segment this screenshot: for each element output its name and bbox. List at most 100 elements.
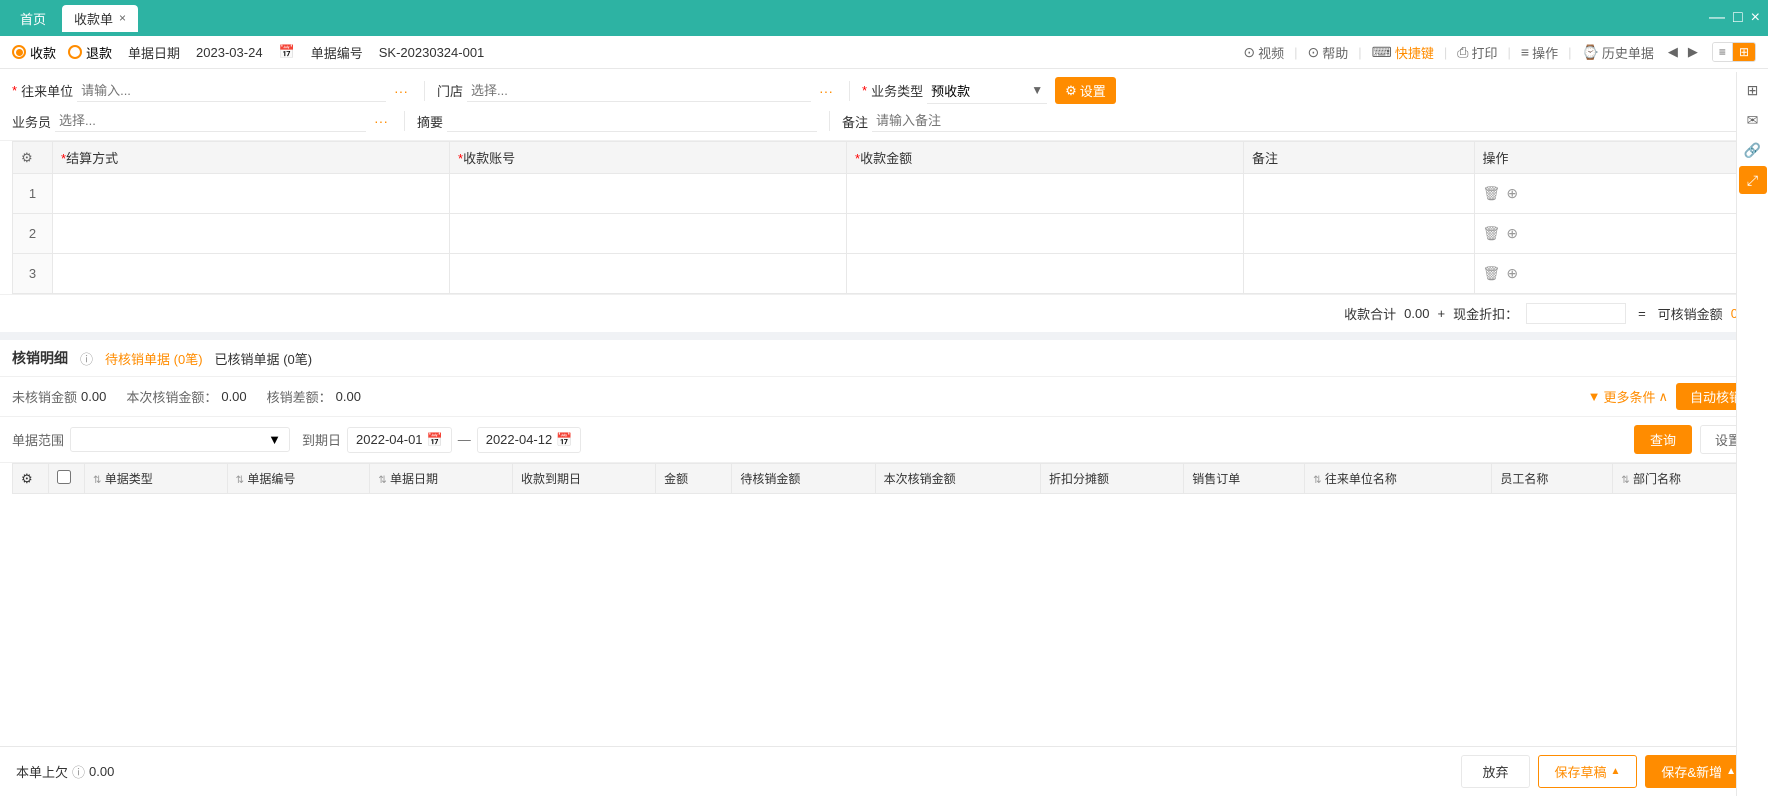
select-all-checkbox[interactable] [57, 470, 71, 484]
print-btn[interactable]: ⎙ 打印 [1457, 43, 1497, 62]
sidebar-expand-icon[interactable]: ⤢ [1739, 166, 1767, 194]
tab-home[interactable]: 首页 [8, 5, 58, 32]
footer-balance: 本单上欠 ⓘ 0.00 [16, 762, 114, 781]
row3-actions: 🗑 ⊕ [1474, 254, 1755, 294]
row1-delete-icon[interactable]: 🗑 [1483, 185, 1501, 202]
row2-amount[interactable] [847, 214, 1244, 254]
row2-remarks[interactable] [1244, 214, 1475, 254]
stats-right-actions: ▼ 更多条件 ∧ 自动核销 [1588, 383, 1756, 410]
save-new-dropdown-icon[interactable]: ▲ [1726, 766, 1736, 777]
calendar-start-icon: 📅 [427, 432, 443, 448]
verify-info-icon[interactable]: ⓘ [80, 349, 93, 368]
start-date-value: 2022-04-01 [356, 432, 423, 447]
store-input[interactable] [467, 80, 811, 102]
row3-delete-icon[interactable]: 🗑 [1483, 265, 1501, 282]
remarks-input[interactable] [872, 110, 1756, 132]
summary-input[interactable] [447, 110, 817, 132]
bt-col-dept-name: ⇅ 部门名称 [1613, 464, 1756, 494]
discount-input[interactable] [1526, 303, 1626, 324]
query-btn[interactable]: 查询 [1634, 425, 1692, 454]
tab-close-btn[interactable]: × [119, 11, 126, 25]
summary-row: 收款合计 0.00 + 现金折扣： = 可核销金额 0.00 [0, 294, 1768, 332]
shortcut-btn[interactable]: ⌨ 快捷键 [1372, 43, 1434, 62]
close-window-btn[interactable]: × [1751, 9, 1760, 27]
due-date-field: 到期日 2022-04-01 📅 — 2022-04-12 📅 [302, 427, 581, 453]
row-num-1: 1 [13, 174, 53, 214]
video-label: 视频 [1258, 43, 1284, 62]
row3-remarks[interactable] [1244, 254, 1475, 294]
row1-account-no[interactable] [450, 174, 847, 214]
row3-amount[interactable] [847, 254, 1244, 294]
row2-delete-icon[interactable]: 🗑 [1483, 225, 1501, 242]
start-date-picker[interactable]: 2022-04-01 📅 [347, 427, 452, 453]
doc-date-calendar-icon[interactable]: 📅 [279, 44, 295, 60]
col-remarks: 备注 [1244, 142, 1475, 174]
nav-prev-btn[interactable]: ◀ [1664, 42, 1682, 62]
partner-more-btn[interactable]: ··· [390, 83, 412, 99]
bt-col-pending-amount: 待核销金额 [732, 464, 875, 494]
doc-no-value: SK-20230324-001 [379, 45, 485, 60]
doc-range-select[interactable]: ▼ [70, 427, 290, 452]
row1-copy-icon[interactable]: ⊕ [1506, 185, 1518, 202]
staff-more-btn[interactable]: ··· [370, 113, 392, 129]
business-type-field: * 业务类型 预收款 ▼ [862, 78, 1047, 104]
list-view-btn[interactable]: ≡ [1713, 43, 1733, 61]
partner-input[interactable] [77, 80, 386, 102]
radio-shoukuan[interactable]: 收款 [12, 43, 56, 62]
ops-btn[interactable]: ≡ 操作 [1521, 43, 1558, 62]
nav-next-btn[interactable]: ▶ [1684, 42, 1702, 62]
row3-account-no[interactable] [450, 254, 847, 294]
minimize-btn[interactable]: — [1709, 9, 1725, 27]
save-draft-dropdown-icon[interactable]: ▲ [1611, 766, 1621, 777]
row1-payment-method[interactable] [53, 174, 450, 214]
save-draft-btn[interactable]: 保存草稿 ▲ [1538, 755, 1638, 788]
pending-tab[interactable]: 待核销单据 (0笔) [105, 349, 203, 368]
pending-count: (0笔) [174, 352, 203, 367]
unverified-stat: 未核销金额 0.00 [12, 387, 106, 406]
verified-tab[interactable]: 已核销单据 (0笔) [215, 349, 313, 368]
sidebar-link-icon[interactable]: 🔗 [1739, 136, 1767, 164]
bt-gear-icon[interactable]: ⚙ [21, 471, 33, 486]
table-gear-icon[interactable]: ⚙ [21, 150, 33, 165]
col-payment-method: *结算方式 [53, 142, 450, 174]
row3-copy-icon[interactable]: ⊕ [1506, 265, 1518, 282]
row3-payment-method[interactable] [53, 254, 450, 294]
abandon-btn[interactable]: 放弃 [1461, 755, 1529, 788]
store-label: 门店 [437, 81, 463, 100]
row1-amount[interactable] [847, 174, 1244, 214]
diff-label: 核销差额： [267, 387, 332, 406]
verified-count: (0笔) [283, 352, 312, 367]
staff-label: 业务员 [12, 112, 51, 131]
maximize-btn[interactable]: □ [1733, 9, 1743, 27]
help-btn[interactable]: ⊙ 帮助 [1308, 43, 1349, 62]
doc-range-label: 单据范围 [12, 430, 64, 449]
divider-1 [424, 81, 425, 101]
verify-section: 核销明细 ⓘ 待核销单据 (0笔) 已核销单据 (0笔) 未核销金额 0.00 … [0, 332, 1768, 746]
row2-account-no[interactable] [450, 214, 847, 254]
biz-type-select[interactable]: 预收款 ▼ [927, 78, 1047, 104]
balance-info-icon[interactable]: ⓘ [72, 762, 85, 781]
partner-label: 往来单位 [21, 81, 73, 100]
divider-4 [829, 111, 830, 131]
staff-input[interactable] [55, 110, 366, 132]
sidebar-email-icon[interactable]: ✉ [1739, 106, 1767, 134]
shortcut-icon: ⌨ [1372, 44, 1392, 61]
sidebar-table-icon[interactable]: ⊞ [1739, 76, 1767, 104]
chevron-up-icon: ∧ [1658, 389, 1668, 405]
settings-btn[interactable]: ⚙ 设置 [1055, 77, 1116, 104]
history-btn[interactable]: ⌚ 历史单据 [1581, 43, 1653, 62]
more-conditions-btn[interactable]: ▼ 更多条件 ∧ [1588, 387, 1668, 406]
row2-payment-method[interactable] [53, 214, 450, 254]
store-more-btn[interactable]: ··· [815, 83, 837, 99]
bottom-table-section: ⚙ ⇅ 单据类型 ⇅ 单据编号 ⇅ 单据日期 [0, 463, 1768, 746]
video-btn[interactable]: ⊙ 视频 [1243, 43, 1284, 62]
bt-col-amount: 金额 [656, 464, 732, 494]
row-num-3: 3 [13, 254, 53, 294]
row1-remarks[interactable] [1244, 174, 1475, 214]
row2-copy-icon[interactable]: ⊕ [1506, 225, 1518, 242]
bt-col-verify-amount: 本次核销金额 [875, 464, 1040, 494]
grid-view-btn[interactable]: ⊞ [1733, 43, 1755, 61]
tab-active[interactable]: 收款单 × [62, 5, 138, 32]
radio-tuikuan[interactable]: 退款 [68, 43, 112, 62]
end-date-picker[interactable]: 2022-04-12 📅 [477, 427, 582, 453]
